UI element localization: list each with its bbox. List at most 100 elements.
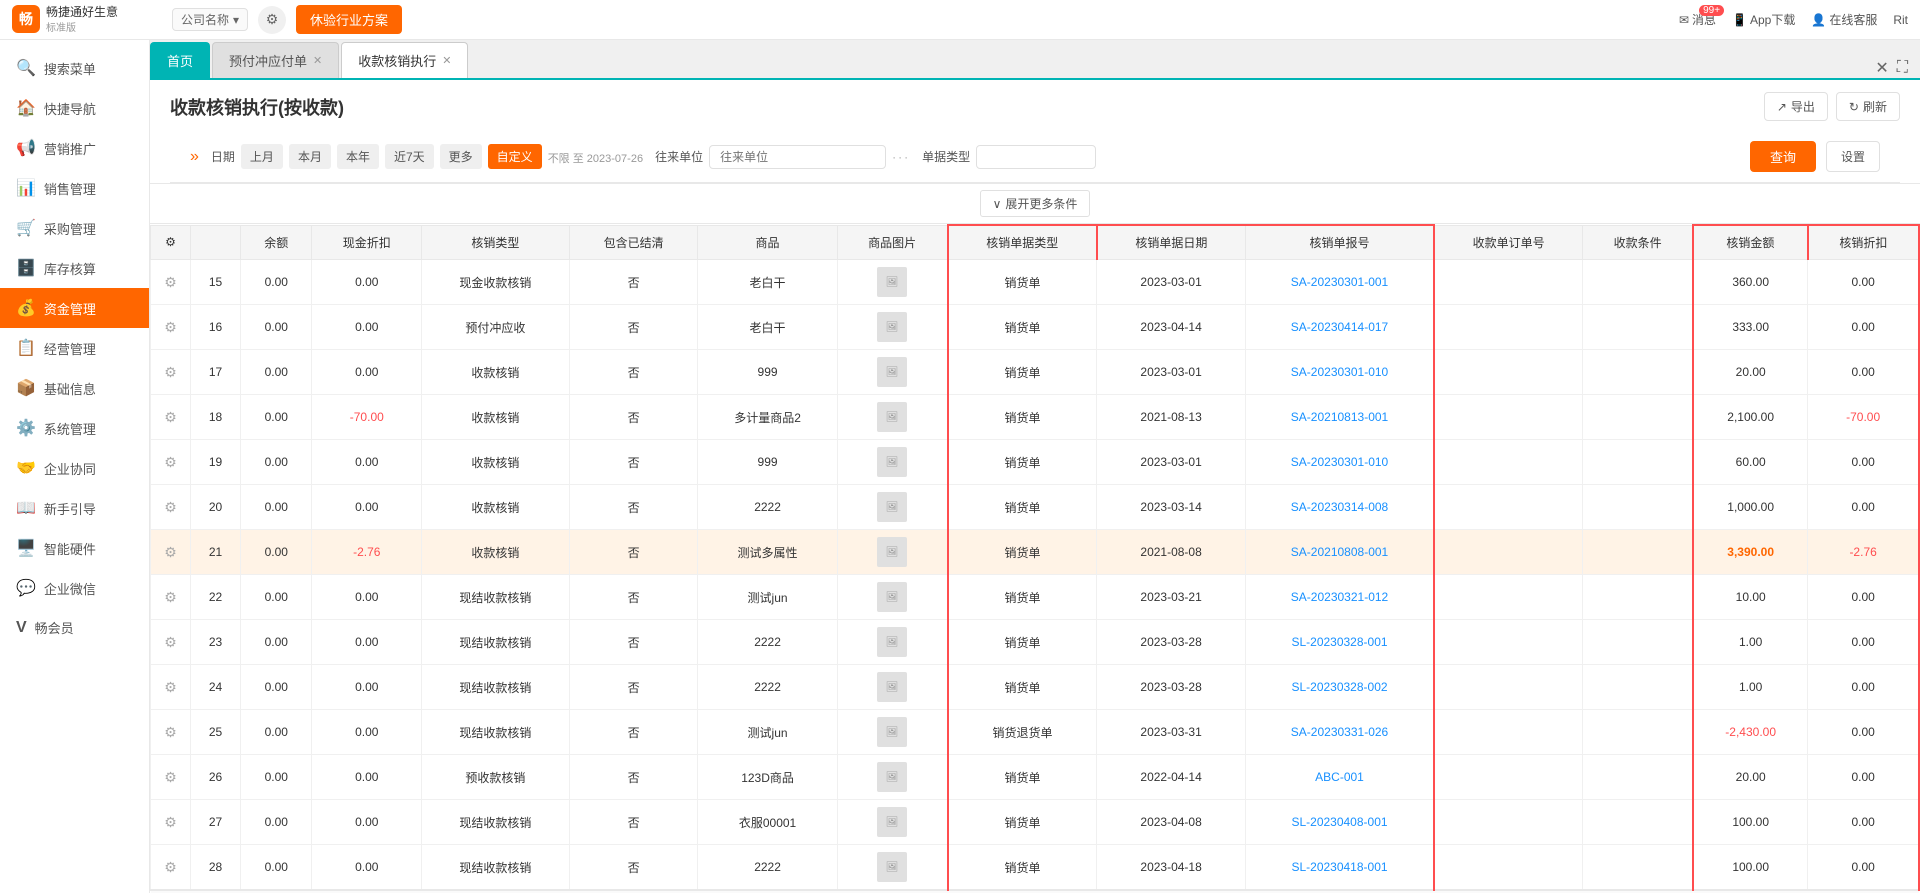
row-gear[interactable]: ⚙: [151, 260, 191, 305]
row-cash-discount: -2.76: [312, 530, 422, 575]
sidebar-item-basic[interactable]: 📦 基础信息: [0, 368, 149, 408]
bill-no-link[interactable]: ABC-001: [1315, 770, 1364, 784]
industry-button[interactable]: 休验行业方案: [296, 5, 402, 34]
row-gear[interactable]: ⚙: [151, 800, 191, 845]
row-writeoff-bill-no[interactable]: SA-20230414-017: [1245, 305, 1434, 350]
tab-writeoff-close[interactable]: ✕: [442, 54, 451, 67]
row-writeoff-bill-no[interactable]: SL-20230418-001: [1245, 845, 1434, 891]
bill-no-link[interactable]: SA-20210808-001: [1291, 545, 1388, 559]
sidebar-item-search[interactable]: 🔍 搜索菜单: [0, 48, 149, 88]
row-writeoff-discount: 0.00: [1808, 575, 1919, 620]
bill-no-link[interactable]: SA-20230331-026: [1291, 725, 1388, 739]
bill-no-link[interactable]: SA-20230301-010: [1291, 365, 1388, 379]
this-year-btn[interactable]: 本年: [337, 144, 379, 169]
last-month-btn[interactable]: 上月: [241, 144, 283, 169]
row-writeoff-bill-date: 2023-03-01: [1097, 350, 1246, 395]
sidebar-item-purchase[interactable]: 🛒 采购管理: [0, 208, 149, 248]
query-button[interactable]: 查询: [1750, 141, 1816, 172]
bill-no-link[interactable]: SL-20230418-001: [1291, 860, 1387, 874]
tab-prepay-close[interactable]: ✕: [313, 54, 322, 67]
collapse-arrow-icon[interactable]: »: [190, 148, 199, 166]
from-unit-input[interactable]: [709, 145, 886, 169]
filter-settings-button[interactable]: 设置: [1826, 141, 1880, 172]
row-writeoff-bill-no[interactable]: SA-20230301-001: [1245, 260, 1434, 305]
row-goods: 999: [698, 440, 837, 485]
bill-no-link[interactable]: SA-20210813-001: [1291, 410, 1388, 424]
user-name[interactable]: Rit: [1893, 13, 1908, 27]
sidebar-item-wechat[interactable]: 💬 企业微信: [0, 568, 149, 608]
row-gear[interactable]: ⚙: [151, 665, 191, 710]
company-selector[interactable]: 公司名称 ▾: [172, 8, 248, 31]
refresh-button[interactable]: ↻ 刷新: [1836, 92, 1900, 121]
sidebar-item-hardware[interactable]: 🖥️ 智能硬件: [0, 528, 149, 568]
row-gear[interactable]: ⚙: [151, 350, 191, 395]
row-gear[interactable]: ⚙: [151, 575, 191, 620]
row-gear[interactable]: ⚙: [151, 305, 191, 350]
row-writeoff-bill-no[interactable]: SA-20230314-008: [1245, 485, 1434, 530]
this-month-btn[interactable]: 本月: [289, 144, 331, 169]
row-gear[interactable]: ⚙: [151, 620, 191, 665]
table-wrapper[interactable]: ⚙ 余额 现金折扣 核销类型 包含已结清 商品 商品图片 核销单据类型 核销单据…: [150, 224, 1920, 893]
sidebar-item-marketing[interactable]: 📢 营销推广: [0, 128, 149, 168]
row-writeoff-bill-no[interactable]: SA-20230331-026: [1245, 710, 1434, 755]
row-goods: 999: [698, 350, 837, 395]
window-maximize-icon[interactable]: ⛶: [1897, 59, 1908, 77]
row-gear[interactable]: ⚙: [151, 710, 191, 755]
row-receipt-order-no: [1434, 575, 1583, 620]
last7-btn[interactable]: 近7天: [385, 144, 434, 169]
settings-icon[interactable]: ⚙: [258, 6, 286, 34]
custom-btn[interactable]: 自定义: [488, 144, 542, 169]
sidebar-item-operations[interactable]: 📋 经营管理: [0, 328, 149, 368]
tab-writeoff[interactable]: 收款核销执行 ✕: [341, 42, 468, 78]
row-goods-image: 🖼: [837, 710, 947, 755]
window-close-icon[interactable]: ✕: [1875, 58, 1888, 78]
bill-no-link[interactable]: SL-20230328-001: [1291, 635, 1387, 649]
row-gear[interactable]: ⚙: [151, 440, 191, 485]
col-gear[interactable]: ⚙: [151, 225, 191, 260]
row-gear[interactable]: ⚙: [151, 755, 191, 800]
row-gear[interactable]: ⚙: [151, 485, 191, 530]
tab-home[interactable]: 首页: [150, 42, 210, 78]
app-download-button[interactable]: 📱 App下载: [1732, 11, 1795, 28]
sidebar-item-sales[interactable]: 📊 销售管理: [0, 168, 149, 208]
expand-more-btn[interactable]: ∨ 展开更多条件: [980, 190, 1091, 217]
sidebar-item-collab[interactable]: 🤝 企业协同: [0, 448, 149, 488]
bill-no-link[interactable]: SL-20230328-002: [1291, 680, 1387, 694]
row-writeoff-bill-type: 销货单: [948, 350, 1097, 395]
row-writeoff-bill-no[interactable]: ABC-001: [1245, 755, 1434, 800]
row-gear[interactable]: ⚙: [151, 845, 191, 891]
table-gear-icon[interactable]: ⚙: [165, 235, 176, 249]
row-gear[interactable]: ⚙: [151, 530, 191, 575]
sidebar-item-inventory[interactable]: 🗄️ 库存核算: [0, 248, 149, 288]
row-gear[interactable]: ⚙: [151, 395, 191, 440]
bill-type-select[interactable]: 销货单 销货退货单: [976, 145, 1096, 169]
tab-prepay[interactable]: 预付冲应付单 ✕: [212, 42, 339, 78]
row-receipt-order-no: [1434, 800, 1583, 845]
sidebar-label-inventory: 库存核算: [44, 259, 96, 278]
bill-no-link[interactable]: SA-20230414-017: [1291, 320, 1388, 334]
bill-no-link[interactable]: SA-20230321-012: [1291, 590, 1388, 604]
message-button[interactable]: ✉ 消息 99+: [1679, 11, 1716, 28]
sidebar-item-system[interactable]: ⚙️ 系统管理: [0, 408, 149, 448]
row-writeoff-type: 预付冲应收: [422, 305, 570, 350]
sidebar-item-finance[interactable]: 💰 资金管理: [0, 288, 149, 328]
row-writeoff-bill-no[interactable]: SA-20230321-012: [1245, 575, 1434, 620]
row-writeoff-bill-no[interactable]: SA-20210808-001: [1245, 530, 1434, 575]
row-writeoff-bill-no[interactable]: SL-20230328-002: [1245, 665, 1434, 710]
bill-no-link[interactable]: SA-20230301-001: [1291, 275, 1388, 289]
online-service-button[interactable]: 👤 在线客服: [1811, 11, 1877, 28]
row-writeoff-bill-no[interactable]: SL-20230408-001: [1245, 800, 1434, 845]
bill-no-link[interactable]: SL-20230408-001: [1291, 815, 1387, 829]
bill-no-link[interactable]: SA-20230314-008: [1291, 500, 1388, 514]
sidebar-item-nav[interactable]: 🏠 快捷导航: [0, 88, 149, 128]
row-writeoff-bill-no[interactable]: SA-20230301-010: [1245, 440, 1434, 485]
export-button[interactable]: ↗ 导出: [1764, 92, 1828, 121]
row-writeoff-bill-no[interactable]: SA-20230301-010: [1245, 350, 1434, 395]
row-writeoff-bill-no[interactable]: SA-20210813-001: [1245, 395, 1434, 440]
row-writeoff-bill-no[interactable]: SL-20230328-001: [1245, 620, 1434, 665]
more-btn[interactable]: 更多: [440, 144, 482, 169]
row-writeoff-bill-date: 2023-03-28: [1097, 665, 1246, 710]
sidebar-item-guide[interactable]: 📖 新手引导: [0, 488, 149, 528]
bill-no-link[interactable]: SA-20230301-010: [1291, 455, 1388, 469]
sidebar-item-member[interactable]: V 畅会员: [0, 608, 149, 647]
